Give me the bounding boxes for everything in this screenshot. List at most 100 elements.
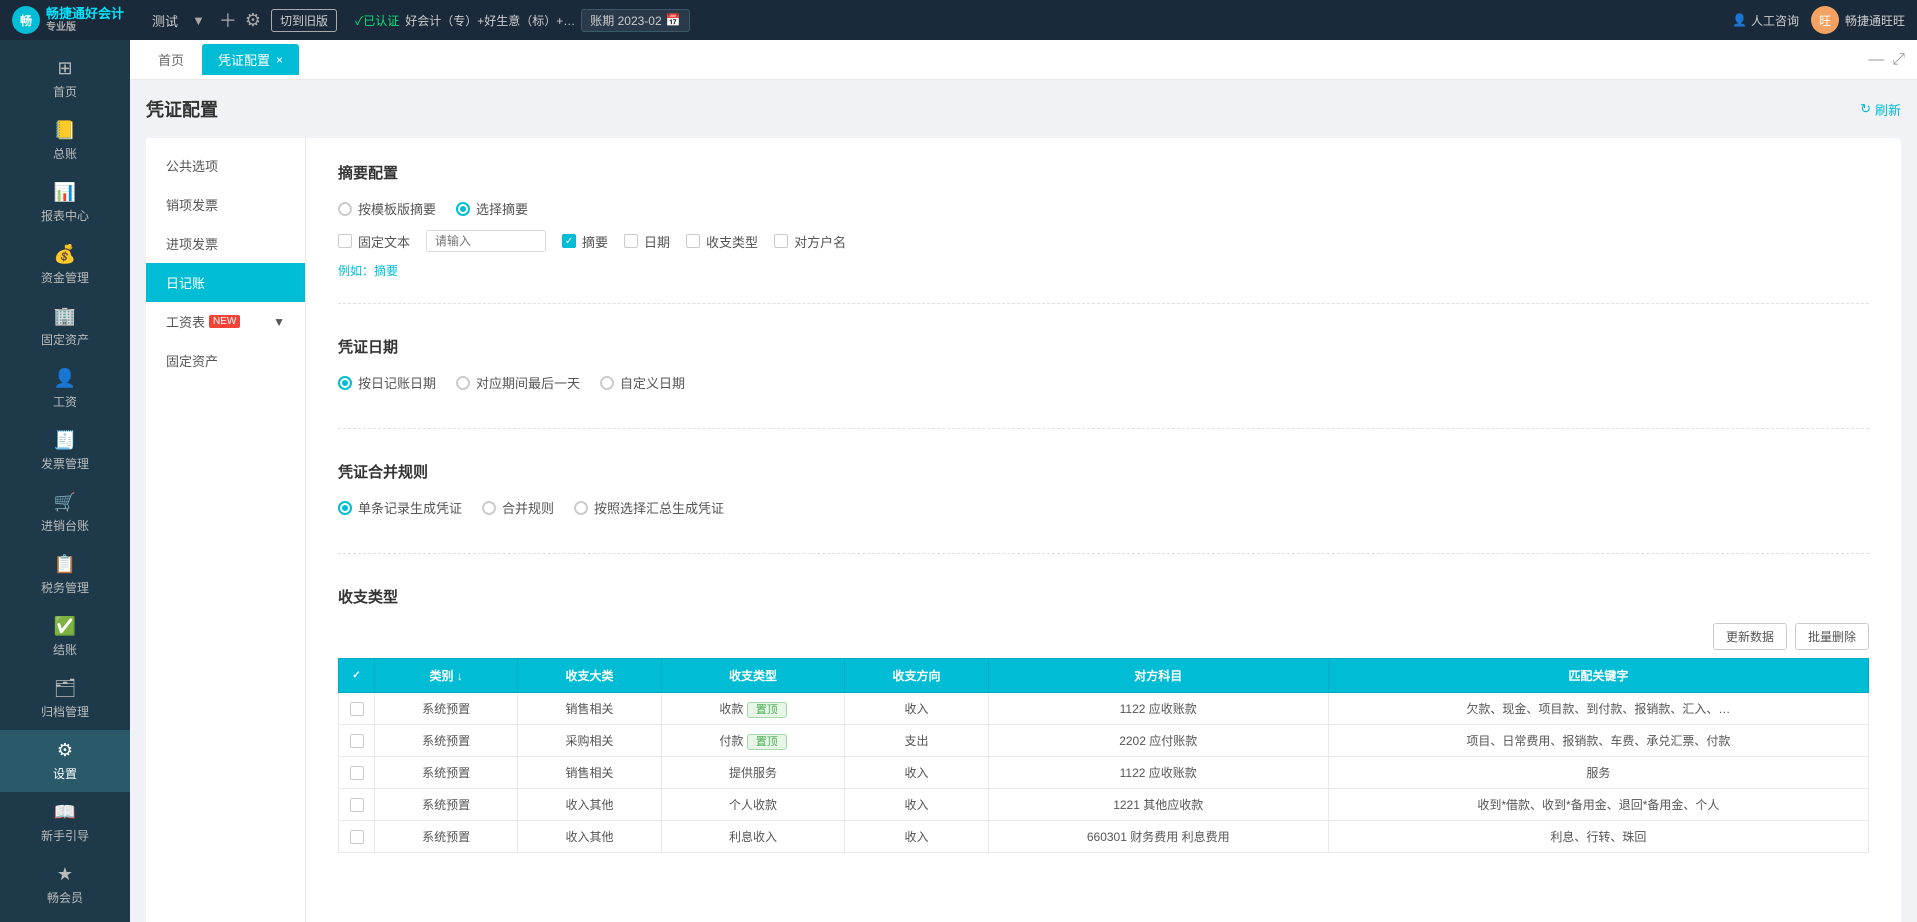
funds-icon: 💰 (54, 244, 76, 265)
sidebar-item-funds[interactable]: 💰 资金管理 (0, 234, 130, 296)
row-checkbox-cell[interactable] (339, 789, 375, 821)
summary-radio-template[interactable]: 按模板版摘要 (338, 199, 436, 218)
sidebar-item-fixed-assets[interactable]: 🏢 固定资产 (0, 296, 130, 358)
row-checkbox-cell[interactable] (339, 821, 375, 853)
row-big-category: 收入其他 (518, 821, 661, 853)
row-checkbox[interactable] (350, 766, 364, 780)
sidebar-item-tax[interactable]: 📋 税务管理 (0, 544, 130, 606)
sidebar-item-guide[interactable]: 📖 新手引导 (0, 792, 130, 854)
row-account: 1221 其他应收款 (988, 789, 1328, 821)
table-row: 系统预置 收入其他 个人收款 收入 1221 其他应收款 收到*借款、收到*备用… (339, 789, 1869, 821)
sidebar-item-salary[interactable]: 👤 工资 (0, 358, 130, 420)
config-nav-journal[interactable]: 日记账 (146, 263, 305, 302)
refresh-icon: ↻ (1860, 101, 1871, 117)
checkbox-ie-type-box (686, 234, 700, 248)
summary-section-title: 摘要配置 (338, 162, 1869, 183)
minimize-icon[interactable]: — (1868, 51, 1884, 69)
new-badge: NEW (209, 315, 240, 328)
tab-close-icon[interactable]: × (276, 53, 283, 67)
merge-radio-aggregate[interactable]: 按照选择汇总生成凭证 (574, 498, 724, 517)
config-nav-payroll[interactable]: 工资表 NEW ▼ (146, 302, 305, 341)
top-bar: 畅 畅捷通好会计 专业版 测试 ▼ ＋ ⚙ 切到旧版 ✓已认证 好会计（专）+好… (0, 0, 1917, 40)
tab-voucher-config[interactable]: 凭证配置 × (202, 44, 299, 75)
merge-radio-rule[interactable]: 合并规则 (482, 498, 554, 517)
username-label: 畅捷通旺旺 (1845, 12, 1905, 29)
top-tag[interactable]: 置顶 (747, 734, 787, 750)
th-account: 对方科目 (988, 659, 1328, 693)
checkbox-summary[interactable]: ✓ 摘要 (562, 232, 608, 251)
sidebar-item-member[interactable]: ★ 畅会员 (0, 854, 130, 916)
config-nav-fixed-assets-setting[interactable]: 固定资产 (146, 341, 305, 380)
salary-icon: 👤 (54, 368, 76, 389)
sidebar-item-ledger[interactable]: 📒 总账 (0, 110, 130, 172)
config-layout: 公共选项 销项发票 进项发票 日记账 工资表 NEW ▼ (146, 138, 1901, 922)
table-row: 系统预置 销售相关 提供服务 收入 1122 应收账款 服务 (339, 757, 1869, 789)
sidebar-item-settings[interactable]: ⚙ 设置 (0, 730, 130, 792)
income-expense-table: ✓ 类别 ↓ 收支大类 收支类型 收支方向 对方科目 匹配关键字 (338, 658, 1869, 853)
income-expense-table-section: ✓ 类别 ↓ 收支大类 收支类型 收支方向 对方科目 匹配关键字 (338, 658, 1869, 853)
tab-chevron-icon[interactable]: ▼ (192, 13, 205, 28)
row-checkbox[interactable] (350, 830, 364, 844)
row-checkbox-cell[interactable] (339, 757, 375, 789)
row-direction: 支出 (845, 725, 988, 757)
row-checkbox[interactable] (350, 702, 364, 716)
payroll-chevron-icon: ▼ (273, 315, 285, 329)
row-keywords: 利息、行转、珠回 (1328, 821, 1868, 853)
switch-old-version-button[interactable]: 切到旧版 (271, 9, 337, 32)
user-avatar-area[interactable]: 旺 畅捷通旺旺 (1811, 6, 1905, 34)
update-data-button[interactable]: 更新数据 (1713, 623, 1787, 650)
add-icon[interactable]: ＋ (219, 7, 237, 33)
sidebar-item-reports[interactable]: 📊 报表中心 (0, 172, 130, 234)
row-category: 系统预置 (375, 821, 518, 853)
config-nav-purchase-invoice[interactable]: 进项发票 (146, 224, 305, 263)
sidebar-item-home[interactable]: ⊞ 首页 (0, 48, 130, 110)
checkbox-income-expense-type[interactable]: 收支类型 (686, 232, 758, 251)
period-badge[interactable]: 账期 2023-02 📅 (581, 9, 689, 32)
row-checkbox[interactable] (350, 798, 364, 812)
row-checkbox-cell[interactable] (339, 693, 375, 725)
customer-service-link[interactable]: 👤 人工咨询 (1732, 12, 1799, 29)
merge-radio-single[interactable]: 单条记录生成凭证 (338, 498, 462, 517)
row-checkbox[interactable] (350, 734, 364, 748)
batch-delete-button[interactable]: 批量删除 (1795, 623, 1869, 650)
guide-icon: 📖 (54, 802, 76, 823)
content-area: 首页 凭证配置 × — ⤢ 凭证配置 ↻ 刷新 (130, 40, 1917, 922)
purchase-sales-icon: 🛒 (54, 492, 76, 513)
config-nav-sales-invoice[interactable]: 销项发票 (146, 185, 305, 224)
summary-radio-select[interactable]: 选择摘要 (456, 199, 528, 218)
sidebar-label-settings: 设置 (53, 765, 77, 782)
tab-home[interactable]: 首页 (142, 44, 200, 75)
fixed-assets-icon: 🏢 (54, 306, 76, 327)
row-category: 系统预置 (375, 789, 518, 821)
row-keywords: 项目、日常费用、报销款、车费、承兑汇票、付款 (1328, 725, 1868, 757)
fixed-text-input[interactable] (426, 230, 546, 252)
radio-journal-date-circle (338, 376, 352, 390)
date-radio-custom[interactable]: 自定义日期 (600, 373, 685, 392)
checkbox-date[interactable]: 日期 (624, 232, 670, 251)
row-checkbox-cell[interactable] (339, 725, 375, 757)
expand-icon[interactable]: ⤢ (1892, 51, 1905, 69)
sidebar-item-archive[interactable]: 🗂 归档管理 (0, 668, 130, 730)
row-big-category: 采购相关 (518, 725, 661, 757)
checkbox-counterparty-name[interactable]: 对方户名 (774, 232, 846, 251)
date-radio-period-last[interactable]: 对应期间最后一天 (456, 373, 580, 392)
th-checkbox[interactable]: ✓ (339, 659, 375, 693)
refresh-button[interactable]: ↻ 刷新 (1860, 100, 1901, 119)
header-checkbox[interactable]: ✓ (350, 669, 364, 683)
row-direction: 收入 (845, 789, 988, 821)
table-actions: 更新数据 批量删除 (338, 623, 1869, 650)
sidebar-item-invoices[interactable]: 🧾 发票管理 (0, 420, 130, 482)
top-tag[interactable]: 置顶 (747, 702, 787, 718)
date-radio-journal[interactable]: 按日记账日期 (338, 373, 436, 392)
merge-rule-title: 凭证合并规则 (338, 461, 1869, 482)
sidebar-item-purchase-sales[interactable]: 🛒 进销台账 (0, 482, 130, 544)
brand-title: 畅捷通好会计 (46, 6, 124, 22)
config-nav-public[interactable]: 公共选项 (146, 146, 305, 185)
table-row: 系统预置 收入其他 利息收入 收入 660301 财务费用 利息费用 利息、行转… (339, 821, 1869, 853)
sidebar-label-guide: 新手引导 (41, 827, 89, 844)
settings-icon[interactable]: ⚙ (245, 10, 261, 31)
row-type: 付款 置顶 (661, 725, 845, 757)
sidebar-item-close[interactable]: ✅ 结账 (0, 606, 130, 668)
sidebar-label-funds: 资金管理 (41, 269, 89, 286)
checkbox-fixed-text[interactable]: 固定文本 (338, 232, 410, 251)
